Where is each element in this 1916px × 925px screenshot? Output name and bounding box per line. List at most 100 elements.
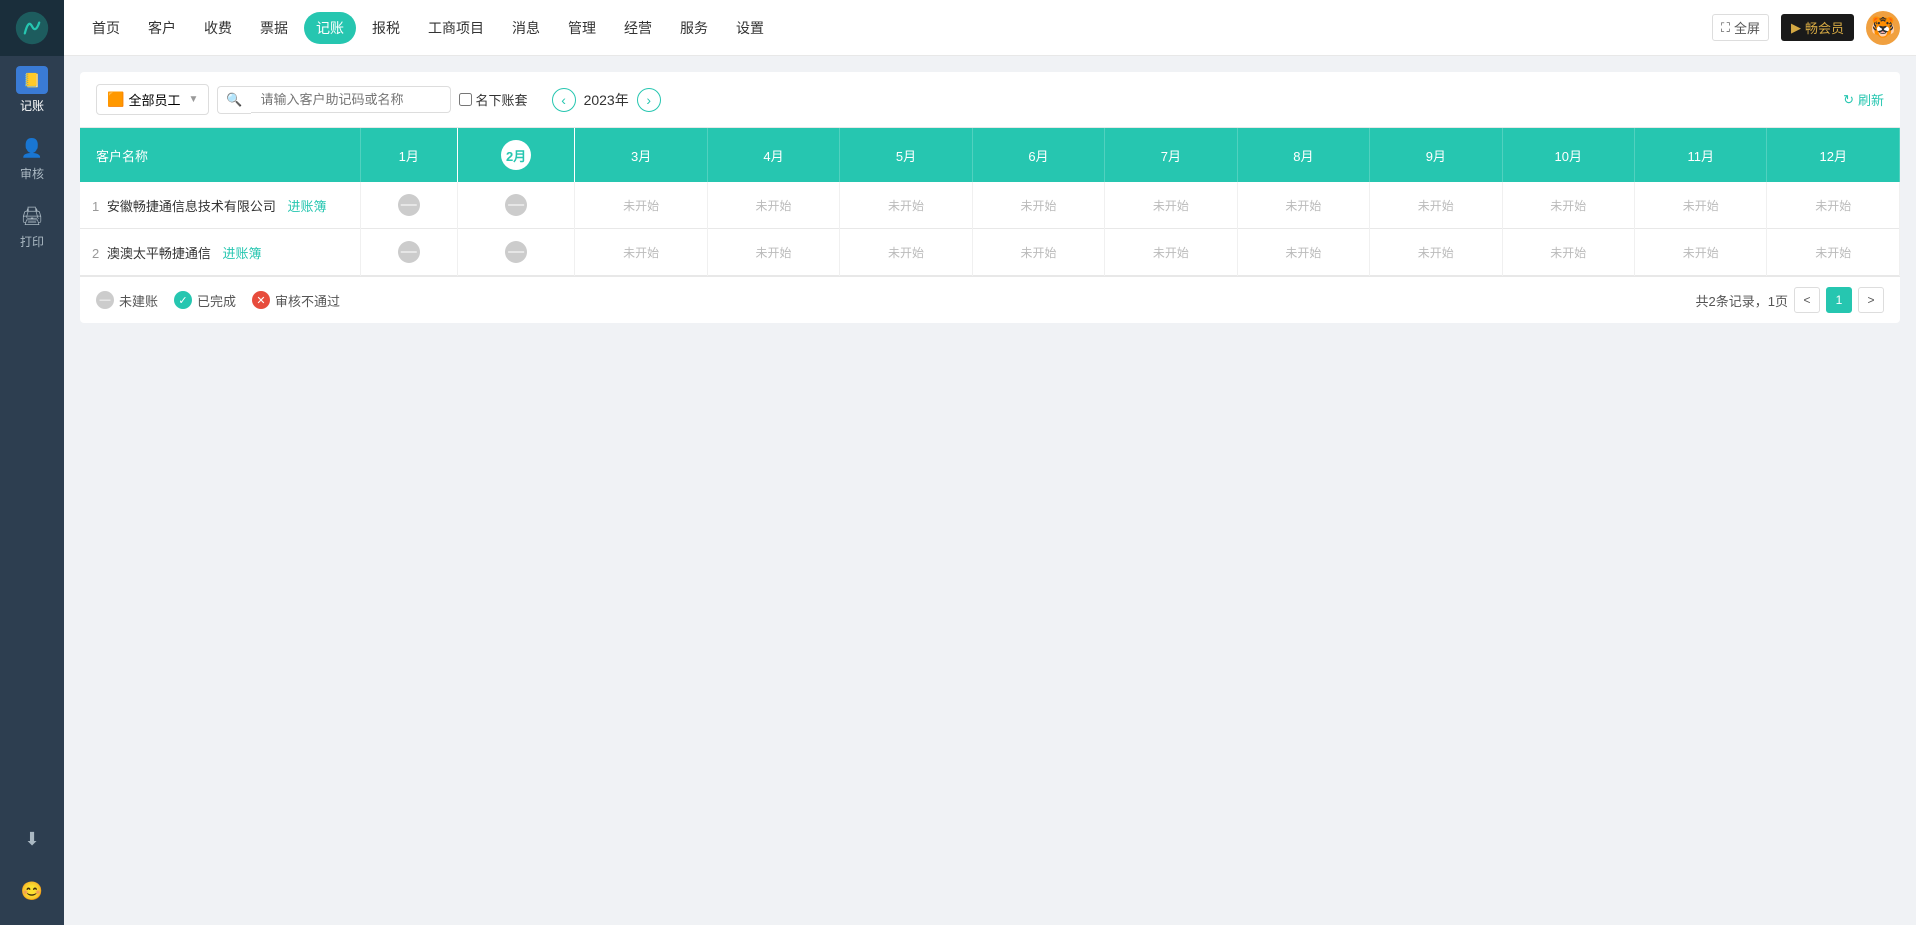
- nav-invoice[interactable]: 票据: [248, 12, 300, 44]
- refresh-button[interactable]: ↻ 刷新: [1843, 90, 1884, 109]
- not-started-label: 未开始: [1020, 246, 1056, 260]
- sidebar-item-download[interactable]: ⬇: [16, 815, 48, 863]
- legend-gray-icon: —: [96, 291, 114, 309]
- not-started-label: 未开始: [1153, 199, 1189, 213]
- col-header-may: 5月: [840, 128, 972, 182]
- table-wrap: 客户名称 1月 2月 3月 4月 5月 6月 7月 8月 9月 10月 11月: [80, 128, 1900, 276]
- topnav: 首页 客户 收费 票据 记账 报税 工商项目 消息 管理 经营 服务 设置 ⛶ …: [64, 0, 1916, 56]
- dropdown-arrow-icon: ▼: [188, 94, 198, 105]
- table-row: 2 澳澳太平畅捷通信 进账簿 — — 未开始 未开始 未开始 未开始 未开始 未…: [80, 229, 1900, 276]
- pagination: 共2条记录，1页 < 1 >: [1696, 287, 1884, 313]
- nav-client[interactable]: 客户: [136, 12, 188, 44]
- row-index: 1: [92, 199, 99, 214]
- content: 🟧 全部员工 ▼ 🔍 名下账套 ‹ 2023年 ›: [64, 56, 1916, 925]
- next-page-button[interactable]: >: [1858, 287, 1884, 313]
- vip-button[interactable]: ▶ 畅会员: [1781, 14, 1854, 41]
- not-started-label: 未开始: [1815, 199, 1851, 213]
- sidebar-item-print[interactable]: 🖨 打印: [0, 192, 64, 260]
- enter-ledger-link[interactable]: 进账簿: [223, 246, 262, 261]
- current-page-button[interactable]: 1: [1826, 287, 1852, 313]
- not-started-label: 未开始: [756, 199, 792, 213]
- employee-select[interactable]: 🟧 全部员工 ▼: [96, 84, 209, 115]
- legend-teal-icon: ✓: [174, 291, 192, 309]
- avatar[interactable]: 🐯: [1866, 11, 1900, 45]
- legend-rejected-label: 审核不通过: [275, 291, 340, 310]
- nav-settings[interactable]: 设置: [724, 12, 776, 44]
- not-started-label: 未开始: [623, 199, 659, 213]
- profile-icon: 😊: [16, 877, 48, 905]
- dash-icon: —: [398, 194, 420, 216]
- next-year-button[interactable]: ›: [637, 88, 661, 112]
- month-status-dec: 未开始: [1767, 229, 1900, 276]
- fullscreen-button[interactable]: ⛶ 全屏: [1712, 14, 1769, 41]
- table-row: 1 安徽畅捷通信息技术有限公司 进账簿 — — 未开始 未开始 未开始 未开始 …: [80, 182, 1900, 229]
- nav-tax[interactable]: 报税: [360, 12, 412, 44]
- sidebar-item-label: 打印: [20, 233, 44, 250]
- search-input[interactable]: [251, 86, 451, 113]
- legend-not-created-label: 未建账: [119, 291, 158, 310]
- account-checkbox[interactable]: [459, 93, 472, 106]
- month-status-apr: 未开始: [707, 229, 839, 276]
- fullscreen-icon: ⛶: [1721, 20, 1730, 36]
- year-navigation: ‹ 2023年 ›: [552, 88, 661, 112]
- current-month-circle: 2月: [501, 140, 531, 170]
- toolbar: 🟧 全部员工 ▼ 🔍 名下账套 ‹ 2023年 ›: [80, 72, 1900, 128]
- client-name: 澳澳太平畅捷通信: [107, 246, 211, 261]
- row-index: 2: [92, 246, 99, 261]
- prev-page-button[interactable]: <: [1794, 287, 1820, 313]
- month-status-apr: 未开始: [707, 182, 839, 229]
- audit-icon: 👤: [16, 134, 48, 162]
- search-group: 🔍: [217, 86, 450, 114]
- col-header-mar: 3月: [575, 128, 707, 182]
- nav-home[interactable]: 首页: [80, 12, 132, 44]
- nav-bookkeeping[interactable]: 记账: [304, 12, 356, 44]
- col-header-client: 客户名称: [80, 128, 360, 182]
- search-icon: 🔍: [226, 92, 242, 108]
- employee-icon: 🟧: [107, 91, 124, 108]
- month-status-sep: 未开始: [1370, 229, 1502, 276]
- year-label: 2023年: [584, 90, 629, 110]
- search-button[interactable]: 🔍: [217, 86, 250, 114]
- sidebar-item-bookkeeping[interactable]: 📒 记账: [0, 56, 64, 124]
- nav-fee[interactable]: 收费: [192, 12, 244, 44]
- not-started-label: 未开始: [1683, 199, 1719, 213]
- col-header-sep: 9月: [1370, 128, 1502, 182]
- col-header-oct: 10月: [1502, 128, 1634, 182]
- main-table: 客户名称 1月 2月 3月 4月 5月 6月 7月 8月 9月 10月 11月: [80, 128, 1900, 276]
- not-started-label: 未开始: [756, 246, 792, 260]
- client-cell: 2 澳澳太平畅捷通信 进账簿: [80, 229, 360, 276]
- nav-service[interactable]: 服务: [668, 12, 720, 44]
- sidebar-item-label: 记账: [20, 97, 44, 114]
- month-status-may: 未开始: [840, 229, 972, 276]
- checkbox-label[interactable]: 名下账套: [459, 90, 528, 109]
- sidebar-item-audit[interactable]: 👤 审核: [0, 124, 64, 192]
- nav-business[interactable]: 工商项目: [416, 12, 496, 44]
- enter-ledger-link[interactable]: 进账簿: [288, 199, 327, 214]
- col-header-apr: 4月: [707, 128, 839, 182]
- play-icon: ▶: [1791, 20, 1801, 36]
- sidebar: 📒 记账 👤 审核 🖨 打印 ⬇ 😊: [0, 0, 64, 925]
- col-header-jan: 1月: [360, 128, 457, 182]
- month-status-feb: —: [457, 229, 574, 276]
- refresh-label: 刷新: [1858, 90, 1884, 109]
- nav-message[interactable]: 消息: [500, 12, 552, 44]
- month-status-aug: 未开始: [1237, 182, 1369, 229]
- not-started-label: 未开始: [1285, 199, 1321, 213]
- dash-icon: —: [505, 194, 527, 216]
- total-label: 共2条记录，1页: [1696, 291, 1788, 310]
- table-footer: — 未建账 ✓ 已完成 ✕ 审核不通过 共2条记录，1页 < 1 >: [80, 276, 1900, 323]
- month-status-sep: 未开始: [1370, 182, 1502, 229]
- not-started-label: 未开始: [888, 199, 924, 213]
- refresh-icon: ↻: [1843, 92, 1854, 108]
- nav-operation[interactable]: 经营: [612, 12, 664, 44]
- employee-label: 全部员工: [128, 90, 180, 109]
- month-status-aug: 未开始: [1237, 229, 1369, 276]
- col-header-nov: 11月: [1634, 128, 1766, 182]
- month-status-nov: 未开始: [1634, 229, 1766, 276]
- nav-manage[interactable]: 管理: [556, 12, 608, 44]
- sidebar-item-profile[interactable]: 😊: [16, 867, 48, 915]
- not-started-label: 未开始: [1815, 246, 1851, 260]
- prev-year-button[interactable]: ‹: [552, 88, 576, 112]
- month-status-nov: 未开始: [1634, 182, 1766, 229]
- not-started-label: 未开始: [1285, 246, 1321, 260]
